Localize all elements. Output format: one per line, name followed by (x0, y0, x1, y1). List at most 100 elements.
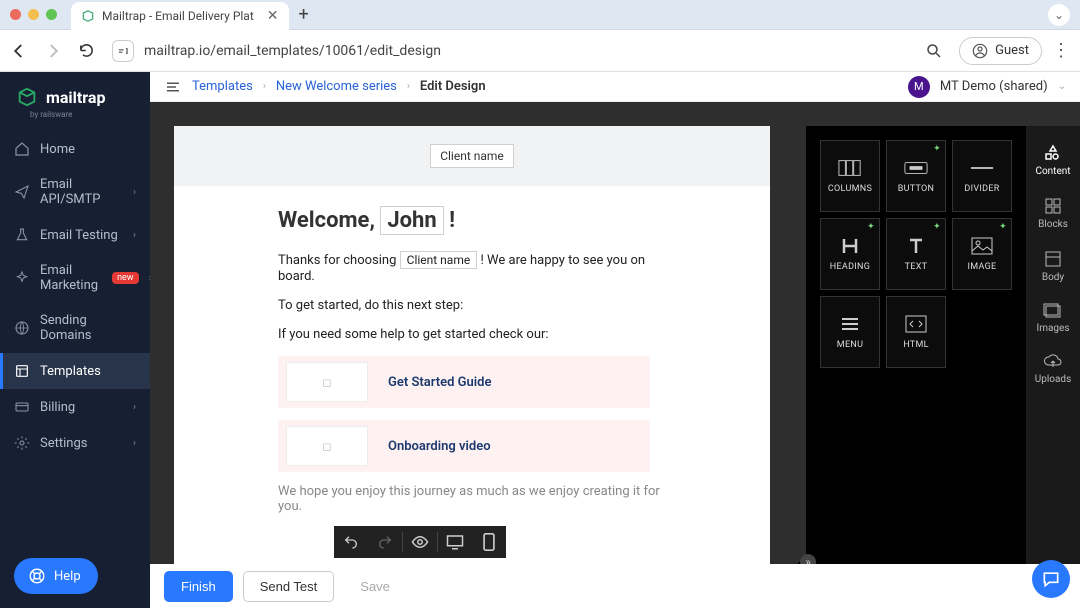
resource-title: Onboarding video (388, 439, 491, 454)
tab-favicon (81, 9, 95, 23)
sidebar-item-label: Email Testing (40, 228, 118, 243)
block-columns[interactable]: COLUMNS (820, 140, 880, 212)
sidebar-item-email-api[interactable]: Email API/SMTP › (0, 167, 150, 217)
browser-tab[interactable]: Mailtrap - Email Delivery Plat ✕ (71, 2, 289, 30)
rail-tab-content[interactable]: Content (1035, 144, 1070, 177)
email-paragraph-2[interactable]: To get started, do this next step: (278, 298, 666, 313)
sparkle-icon (14, 270, 30, 286)
block-heading[interactable]: ✦ HEADING (820, 218, 880, 290)
block-image[interactable]: ✦ IMAGE (952, 218, 1012, 290)
lifebuoy-icon (28, 567, 46, 585)
divider-icon (970, 158, 994, 178)
sidebar-item-billing[interactable]: Billing › (0, 389, 150, 425)
rail-tab-body[interactable]: Body (1042, 250, 1064, 283)
email-footer-note[interactable]: We hope you enjoy this journey as much a… (278, 484, 666, 514)
rail-tab-label: Images (1036, 323, 1069, 334)
breadcrumb-series[interactable]: New Welcome series (276, 79, 397, 94)
logo-text: mailtrap (46, 88, 105, 107)
sidebar-item-email-marketing[interactable]: Email Marketing new › (0, 253, 150, 303)
blocks-icon (1044, 197, 1062, 215)
resource-card-guide[interactable]: ◻ Get Started Guide (278, 356, 650, 408)
browser-menu-icon[interactable]: ⋮ (1052, 40, 1070, 61)
topbar: Templates › New Welcome series › Edit De… (150, 72, 1080, 102)
sidebar-item-home[interactable]: Home (0, 131, 150, 167)
merge-tag-name[interactable]: John (380, 206, 443, 235)
sidebar-item-sending-domains[interactable]: Sending Domains (0, 303, 150, 353)
images-icon (1043, 303, 1063, 319)
block-divider[interactable]: DIVIDER (952, 140, 1012, 212)
block-button[interactable]: ✦ BUTTON (886, 140, 946, 212)
resource-card-video[interactable]: ◻ Onboarding video (278, 420, 650, 472)
block-label: IMAGE (968, 262, 997, 272)
chat-widget-button[interactable] (1032, 560, 1070, 598)
chevron-right-icon: › (133, 230, 136, 241)
upload-icon (1043, 354, 1063, 370)
desktop-view-button[interactable] (438, 526, 472, 558)
browser-chrome: Mailtrap - Email Delivery Plat ✕ + ⌄ (0, 0, 1080, 30)
sidebar-item-settings[interactable]: Settings › (0, 425, 150, 461)
finish-button[interactable]: Finish (164, 571, 233, 602)
help-button[interactable]: Help (14, 558, 98, 594)
new-tab-button[interactable]: + (299, 4, 309, 25)
sidebar-item-label: Billing (40, 400, 75, 415)
canvas-area: Client name Welcome, John ! Thanks for c… (150, 102, 1080, 608)
email-body[interactable]: Welcome, John ! Thanks for choosing Clie… (174, 186, 770, 534)
redo-button[interactable] (368, 526, 402, 558)
traffic-close[interactable] (10, 9, 21, 20)
rail-tab-label: Content (1035, 166, 1070, 177)
undo-button[interactable] (334, 526, 368, 558)
rail-tab-label: Blocks (1038, 219, 1068, 230)
sidebar-item-email-testing[interactable]: Email Testing › (0, 217, 150, 253)
mobile-view-button[interactable] (472, 526, 506, 558)
block-label: HTML (903, 340, 929, 350)
card-icon (14, 399, 30, 415)
send-test-button[interactable]: Send Test (243, 571, 335, 602)
gear-icon (14, 435, 30, 451)
reload-button[interactable] (78, 42, 102, 59)
block-text[interactable]: ✦ TEXT (886, 218, 946, 290)
preview-button[interactable] (403, 526, 437, 558)
search-icon[interactable] (925, 42, 949, 60)
address-bar: mailtrap.io/email_templates/10061/edit_d… (0, 30, 1080, 72)
chrome-expand-icon[interactable]: ⌄ (1048, 4, 1070, 26)
email-paragraph-3[interactable]: If you need some help to get started che… (278, 327, 666, 342)
chevron-right-icon: › (133, 402, 136, 413)
guest-profile[interactable]: Guest (959, 37, 1042, 65)
traffic-max[interactable] (46, 9, 57, 20)
org-avatar[interactable]: M (908, 76, 930, 98)
right-rail-blocks: COLUMNS ✦ BUTTON DIVIDER ✦ HEADING (806, 126, 1026, 608)
rail-tab-images[interactable]: Images (1036, 303, 1069, 334)
forward-button[interactable] (44, 42, 68, 60)
merge-tag-client-name-inline[interactable]: Client name (400, 251, 478, 269)
tab-title: Mailtrap - Email Delivery Plat (102, 9, 254, 23)
save-button[interactable]: Save (344, 572, 406, 601)
chevron-down-icon[interactable]: ⌄ (1058, 81, 1066, 92)
rail-tab-blocks[interactable]: Blocks (1038, 197, 1068, 230)
chat-icon (1041, 569, 1061, 589)
menu-block-icon (838, 314, 862, 334)
rail-tab-uploads[interactable]: Uploads (1035, 354, 1071, 385)
org-name[interactable]: MT Demo (shared) (940, 79, 1048, 94)
resource-title: Get Started Guide (388, 375, 491, 390)
close-icon[interactable]: ✕ (267, 8, 279, 24)
rail-tab-label: Uploads (1035, 374, 1071, 385)
traffic-min[interactable] (28, 9, 39, 20)
email-header[interactable]: Client name (174, 126, 770, 186)
email-paragraph-1[interactable]: Thanks for choosing Client name ! We are… (278, 251, 666, 284)
site-settings-icon[interactable] (112, 40, 134, 62)
new-badge: new (112, 272, 139, 284)
email-heading[interactable]: Welcome, John ! (278, 206, 666, 235)
breadcrumb-templates[interactable]: Templates (192, 79, 253, 94)
help-label: Help (54, 569, 81, 584)
canvas-toolbar (334, 526, 506, 558)
heading-suffix: ! (449, 208, 455, 233)
merge-tag-client-name[interactable]: Client name (430, 144, 514, 168)
back-button[interactable] (10, 42, 34, 60)
block-html[interactable]: HTML (886, 296, 946, 368)
sidebar-item-templates[interactable]: Templates (0, 353, 150, 389)
ai-spark-icon: ✦ (867, 222, 875, 232)
menu-icon[interactable] (164, 78, 182, 96)
block-menu[interactable]: MENU (820, 296, 880, 368)
url-field[interactable]: mailtrap.io/email_templates/10061/edit_d… (144, 43, 915, 59)
content-icon (1043, 144, 1063, 162)
